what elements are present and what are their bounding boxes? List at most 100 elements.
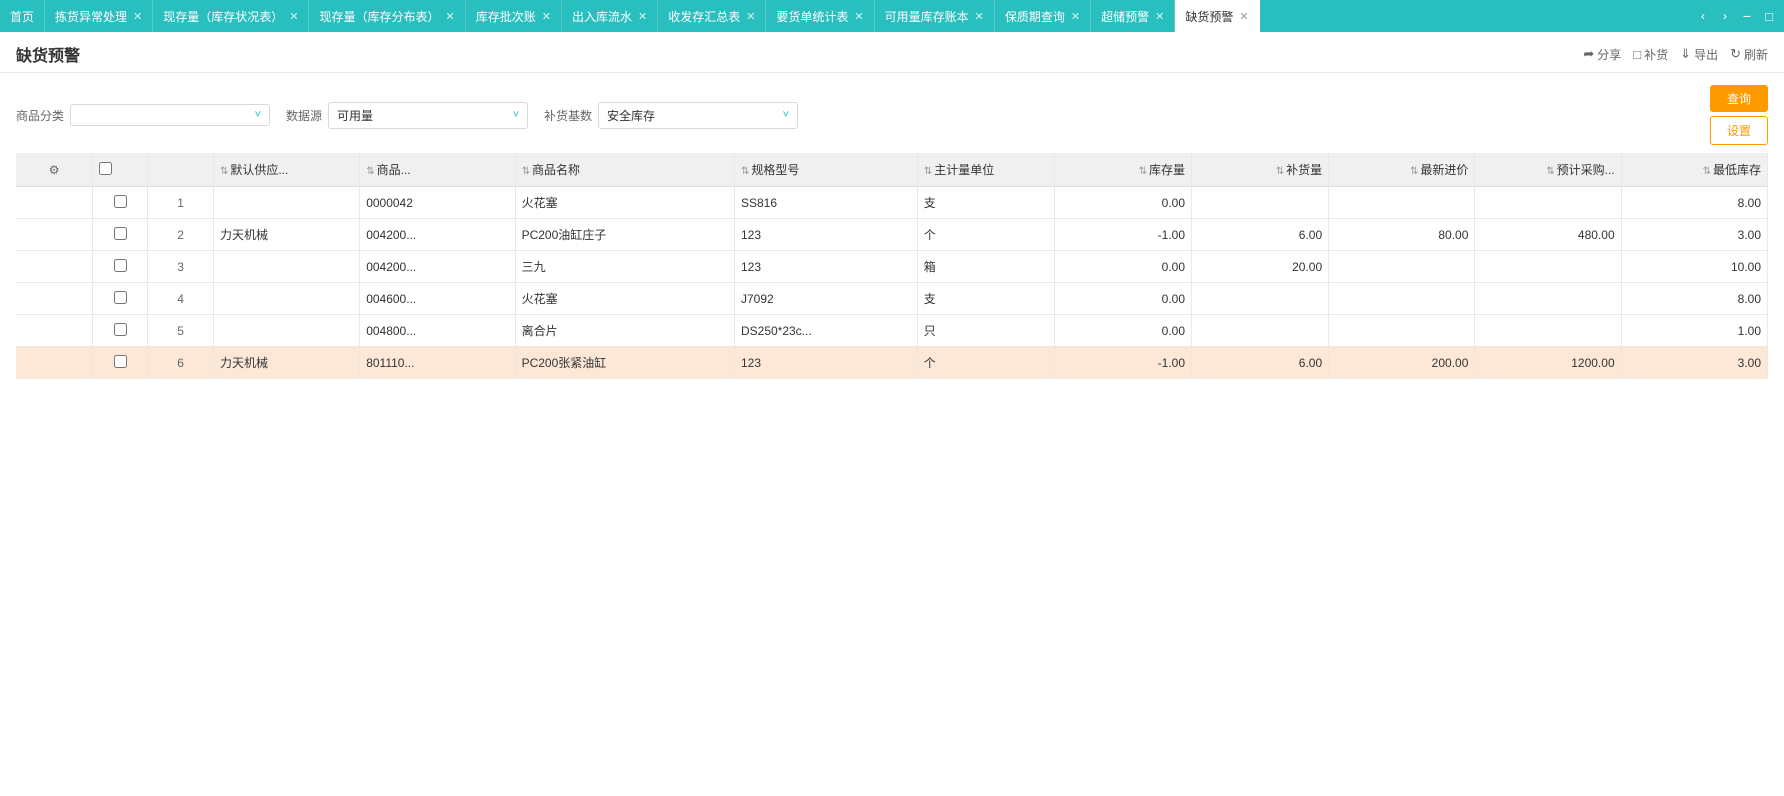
replenish-button[interactable]: □ 补货 <box>1633 46 1668 63</box>
row-name: PC200张紧油缸 <box>515 347 734 379</box>
table-row: 2 力天机械 004200... PC200油缸庄子 123 个 -1.00 6… <box>16 219 1768 251</box>
row-code: 004200... <box>360 251 515 283</box>
tab-inventory-dist[interactable]: 现存量（库存分布表）✕ <box>309 0 465 32</box>
row-checkbox[interactable] <box>114 195 127 208</box>
col-seq-header <box>148 153 214 187</box>
tab-order-stats[interactable]: 要货单统计表✕ <box>766 0 874 32</box>
row-spec: 123 <box>734 347 917 379</box>
tab-overstock[interactable]: 超储预警✕ <box>1091 0 1175 32</box>
row-min-stock: 1.00 <box>1621 315 1767 347</box>
tab-next-btn[interactable]: › <box>1714 5 1736 27</box>
col-code-header[interactable]: ⇅商品... <box>360 153 515 187</box>
sort-icon: ⇅ <box>1276 166 1284 177</box>
row-check-cell[interactable] <box>93 347 148 379</box>
col-stock-header[interactable]: ⇅库存量 <box>1054 153 1191 187</box>
col-estimate-header[interactable]: ⇅预计采购... <box>1475 153 1621 187</box>
row-check-cell[interactable] <box>93 219 148 251</box>
query-button[interactable]: 查询 <box>1710 85 1768 112</box>
row-checkbox[interactable] <box>114 259 127 272</box>
replenish-base-arrow-icon: ˅ <box>783 109 789 121</box>
row-checkbox[interactable] <box>114 323 127 336</box>
row-supplier <box>213 251 359 283</box>
tab-close-btn[interactable]: ✕ <box>446 10 455 23</box>
row-seq: 2 <box>148 219 214 251</box>
row-min-stock: 3.00 <box>1621 347 1767 379</box>
col-settings-header[interactable]: ⚙ <box>16 153 93 187</box>
tab-home[interactable]: 首页 <box>0 0 45 32</box>
refresh-button[interactable]: ↻ 刷新 <box>1730 46 1768 63</box>
tab-close-btn[interactable]: ✕ <box>133 10 142 23</box>
replenish-icon: □ <box>1633 47 1641 62</box>
tab-abnormal[interactable]: 拣货异常处理✕ <box>45 0 153 32</box>
table-header-row: ⚙ ⇅默认供应... ⇅商品... ⇅商品名称 <box>16 153 1768 187</box>
page-title: 缺货预警 <box>16 42 1583 66</box>
row-supplier <box>213 283 359 315</box>
tab-close-btn[interactable]: ✕ <box>289 10 298 23</box>
tab-close-btn[interactable]: ✕ <box>746 10 755 23</box>
row-check-cell[interactable] <box>93 283 148 315</box>
datasource-arrow-icon: ˅ <box>513 109 519 121</box>
table-row: 6 力天机械 801110... PC200张紧油缸 123 个 -1.00 6… <box>16 347 1768 379</box>
row-code: 004200... <box>360 219 515 251</box>
col-unit-header[interactable]: ⇅主计量单位 <box>917 153 1054 187</box>
row-check-cell[interactable] <box>93 315 148 347</box>
tab-prev-btn[interactable]: ‹ <box>1692 5 1714 27</box>
row-settings-cell <box>16 315 93 347</box>
settings-button[interactable]: 设置 <box>1710 116 1768 145</box>
col-spec-header[interactable]: ⇅规格型号 <box>734 153 917 187</box>
tab-label: 收发存汇总表 <box>668 8 740 25</box>
page-container: 缺货预警 ➦ 分享 □ 补货 ⇓ 导出 ↻ 刷新 商品分类 <box>0 32 1784 796</box>
col-supplier-header[interactable]: ⇅默认供应... <box>213 153 359 187</box>
col-name-header[interactable]: ⇅商品名称 <box>515 153 734 187</box>
row-latest-price <box>1329 315 1475 347</box>
row-checkbox[interactable] <box>114 355 127 368</box>
tab-shortage[interactable]: 缺货预警✕ <box>1175 0 1259 32</box>
row-check-cell[interactable] <box>93 251 148 283</box>
share-button[interactable]: ➦ 分享 <box>1583 46 1621 63</box>
table-row: 5 004800... 离合片 DS250*23c... 只 0.00 1.00 <box>16 315 1768 347</box>
replenish-label: 补货 <box>1644 46 1668 63</box>
col-minstock-header[interactable]: ⇅最低库存 <box>1621 153 1767 187</box>
tab-close-btn[interactable]: ✕ <box>975 10 984 23</box>
select-all-checkbox[interactable] <box>99 162 112 175</box>
table-row: 4 004600... 火花塞 J7092 支 0.00 8.00 <box>16 283 1768 315</box>
row-replenish-qty <box>1192 315 1329 347</box>
category-select[interactable]: ˅ <box>70 104 270 126</box>
row-checkbox[interactable] <box>114 291 127 304</box>
row-stock: 0.00 <box>1054 187 1191 219</box>
tab-inout-flow[interactable]: 出入库流水✕ <box>562 0 658 32</box>
tab-available-ledger[interactable]: 可用量库存账本 ✕ <box>875 0 995 32</box>
sort-icon: ⇅ <box>1546 166 1554 177</box>
replenish-base-value: 安全库存 <box>607 107 655 124</box>
row-checkbox[interactable] <box>114 227 127 240</box>
tab-label: 可用量库存账本 <box>885 8 969 25</box>
tab-maximize-btn[interactable]: □ <box>1758 5 1780 27</box>
col-check-header[interactable] <box>93 153 148 187</box>
row-settings-cell <box>16 283 93 315</box>
tab-batch-account[interactable]: 库存批次账✕ <box>466 0 562 32</box>
tab-close-btn[interactable]: ✕ <box>854 10 863 23</box>
row-latest-price: 200.00 <box>1329 347 1475 379</box>
datasource-select[interactable]: 可用量 ˅ <box>328 102 528 129</box>
col-price-header[interactable]: ⇅最新进价 <box>1329 153 1475 187</box>
tab-collect-summary[interactable]: 收发存汇总表 ✕ <box>658 0 766 32</box>
sort-icon: ⇅ <box>522 166 530 177</box>
tab-close-btn[interactable]: ✕ <box>1239 10 1248 23</box>
row-check-cell[interactable] <box>93 187 148 219</box>
tab-close-btn[interactable]: ✕ <box>542 10 551 23</box>
row-name: 火花塞 <box>515 283 734 315</box>
row-unit: 支 <box>917 283 1054 315</box>
tab-close-btn[interactable]: ✕ <box>638 10 647 23</box>
tab-label: 首页 <box>10 8 34 25</box>
row-estimated-purchase: 1200.00 <box>1475 347 1621 379</box>
tab-minimize-btn[interactable]: − <box>1736 5 1758 27</box>
export-button[interactable]: ⇓ 导出 <box>1680 46 1718 63</box>
tab-expiry-query[interactable]: 保质期查询✕ <box>995 0 1091 32</box>
replenish-base-select[interactable]: 安全库存 ˅ <box>598 102 798 129</box>
tab-inventory-status[interactable]: 现存量（库存状况表）✕ <box>153 0 309 32</box>
col-replenish-header[interactable]: ⇅补货量 <box>1192 153 1329 187</box>
datasource-filter-group: 数据源 可用量 ˅ <box>286 102 528 129</box>
row-latest-price <box>1329 251 1475 283</box>
tab-close-btn[interactable]: ✕ <box>1071 10 1080 23</box>
tab-close-btn[interactable]: ✕ <box>1155 10 1164 23</box>
